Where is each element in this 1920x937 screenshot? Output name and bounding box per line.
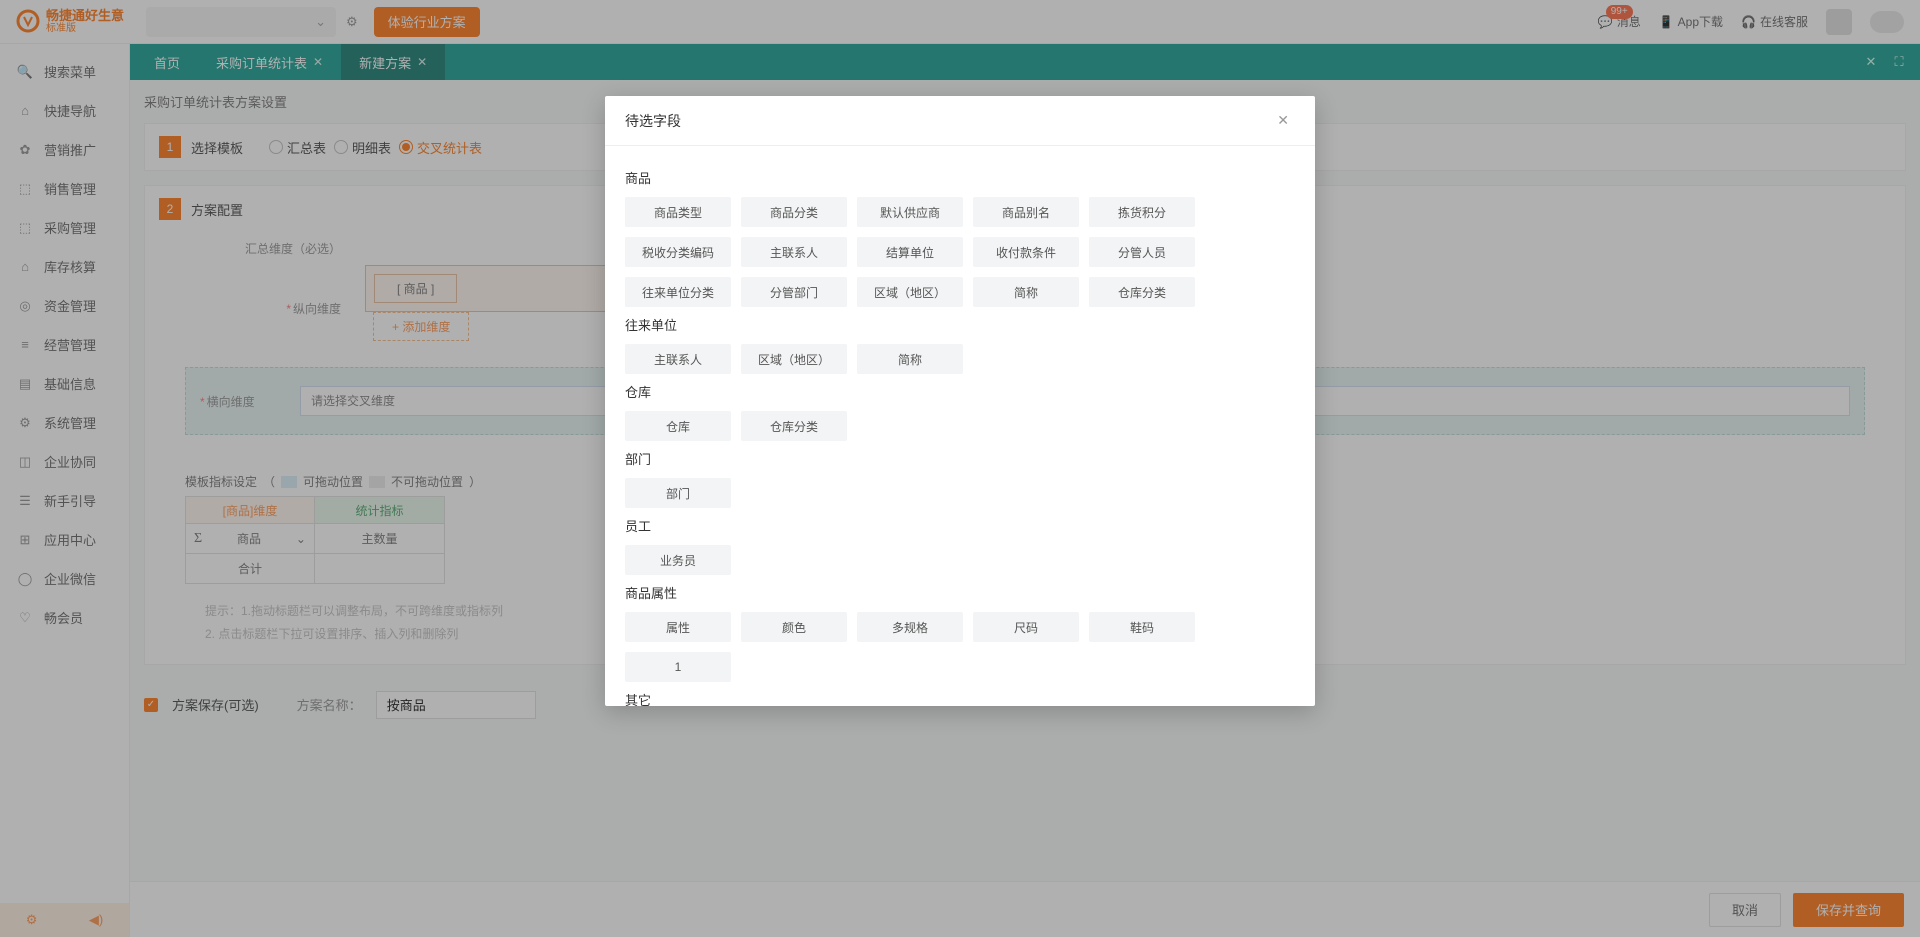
field-chip[interactable]: 往来单位分类 <box>625 277 731 307</box>
field-chip[interactable]: 收付款条件 <box>973 237 1079 267</box>
field-chip[interactable]: 简称 <box>857 344 963 374</box>
field-chip[interactable]: 1 <box>625 652 731 682</box>
field-chip[interactable]: 属性 <box>625 612 731 642</box>
field-chip[interactable]: 主联系人 <box>741 237 847 267</box>
close-icon[interactable]: ✕ <box>1271 110 1295 131</box>
field-chip[interactable]: 税收分类编码 <box>625 237 731 267</box>
field-chip[interactable]: 部门 <box>625 478 731 508</box>
field-chip[interactable]: 仓库分类 <box>741 411 847 441</box>
field-chip[interactable]: 结算单位 <box>857 237 963 267</box>
field-chip[interactable]: 颜色 <box>741 612 847 642</box>
field-chip[interactable]: 商品类型 <box>625 197 731 227</box>
field-chip[interactable]: 拣货积分 <box>1089 197 1195 227</box>
field-chip[interactable]: 尺码 <box>973 612 1079 642</box>
field-chip[interactable]: 区域（地区） <box>857 277 963 307</box>
field-group-title: 商品属性 <box>625 583 1295 602</box>
field-group: 商品商品类型商品分类默认供应商商品别名拣货积分税收分类编码主联系人结算单位收付款… <box>625 168 1295 307</box>
field-chip[interactable]: 默认供应商 <box>857 197 963 227</box>
field-chip[interactable]: 仓库 <box>625 411 731 441</box>
field-chip[interactable]: 分管人员 <box>1089 237 1195 267</box>
field-picker-modal: 待选字段 ✕ 商品商品类型商品分类默认供应商商品别名拣货积分税收分类编码主联系人… <box>605 96 1315 706</box>
field-group-title: 往来单位 <box>625 315 1295 334</box>
field-group-title: 其它 <box>625 690 1295 706</box>
field-chip[interactable]: 多规格 <box>857 612 963 642</box>
field-group: 仓库仓库仓库分类 <box>625 382 1295 441</box>
field-group: 其它单据日期项目 <box>625 690 1295 706</box>
field-group: 商品属性属性颜色多规格尺码鞋码 1 <box>625 583 1295 682</box>
field-chip[interactable]: 商品分类 <box>741 197 847 227</box>
field-chip[interactable]: 商品别名 <box>973 197 1079 227</box>
field-chip[interactable]: 业务员 <box>625 545 731 575</box>
field-chip[interactable]: 鞋码 <box>1089 612 1195 642</box>
field-chip[interactable]: 分管部门 <box>741 277 847 307</box>
field-group-title: 仓库 <box>625 382 1295 401</box>
field-group-title: 员工 <box>625 516 1295 535</box>
field-chip[interactable]: 主联系人 <box>625 344 731 374</box>
field-group-title: 商品 <box>625 168 1295 187</box>
field-group: 员工业务员 <box>625 516 1295 575</box>
modal-title: 待选字段 <box>625 111 681 131</box>
field-chip[interactable]: 仓库分类 <box>1089 277 1195 307</box>
field-chip[interactable]: 简称 <box>973 277 1079 307</box>
field-group: 往来单位主联系人区域（地区） 简称 <box>625 315 1295 374</box>
modal-overlay[interactable]: 待选字段 ✕ 商品商品类型商品分类默认供应商商品别名拣货积分税收分类编码主联系人… <box>0 0 1920 937</box>
field-group-title: 部门 <box>625 449 1295 468</box>
field-group: 部门部门 <box>625 449 1295 508</box>
field-chip[interactable]: 区域（地区） <box>741 344 847 374</box>
